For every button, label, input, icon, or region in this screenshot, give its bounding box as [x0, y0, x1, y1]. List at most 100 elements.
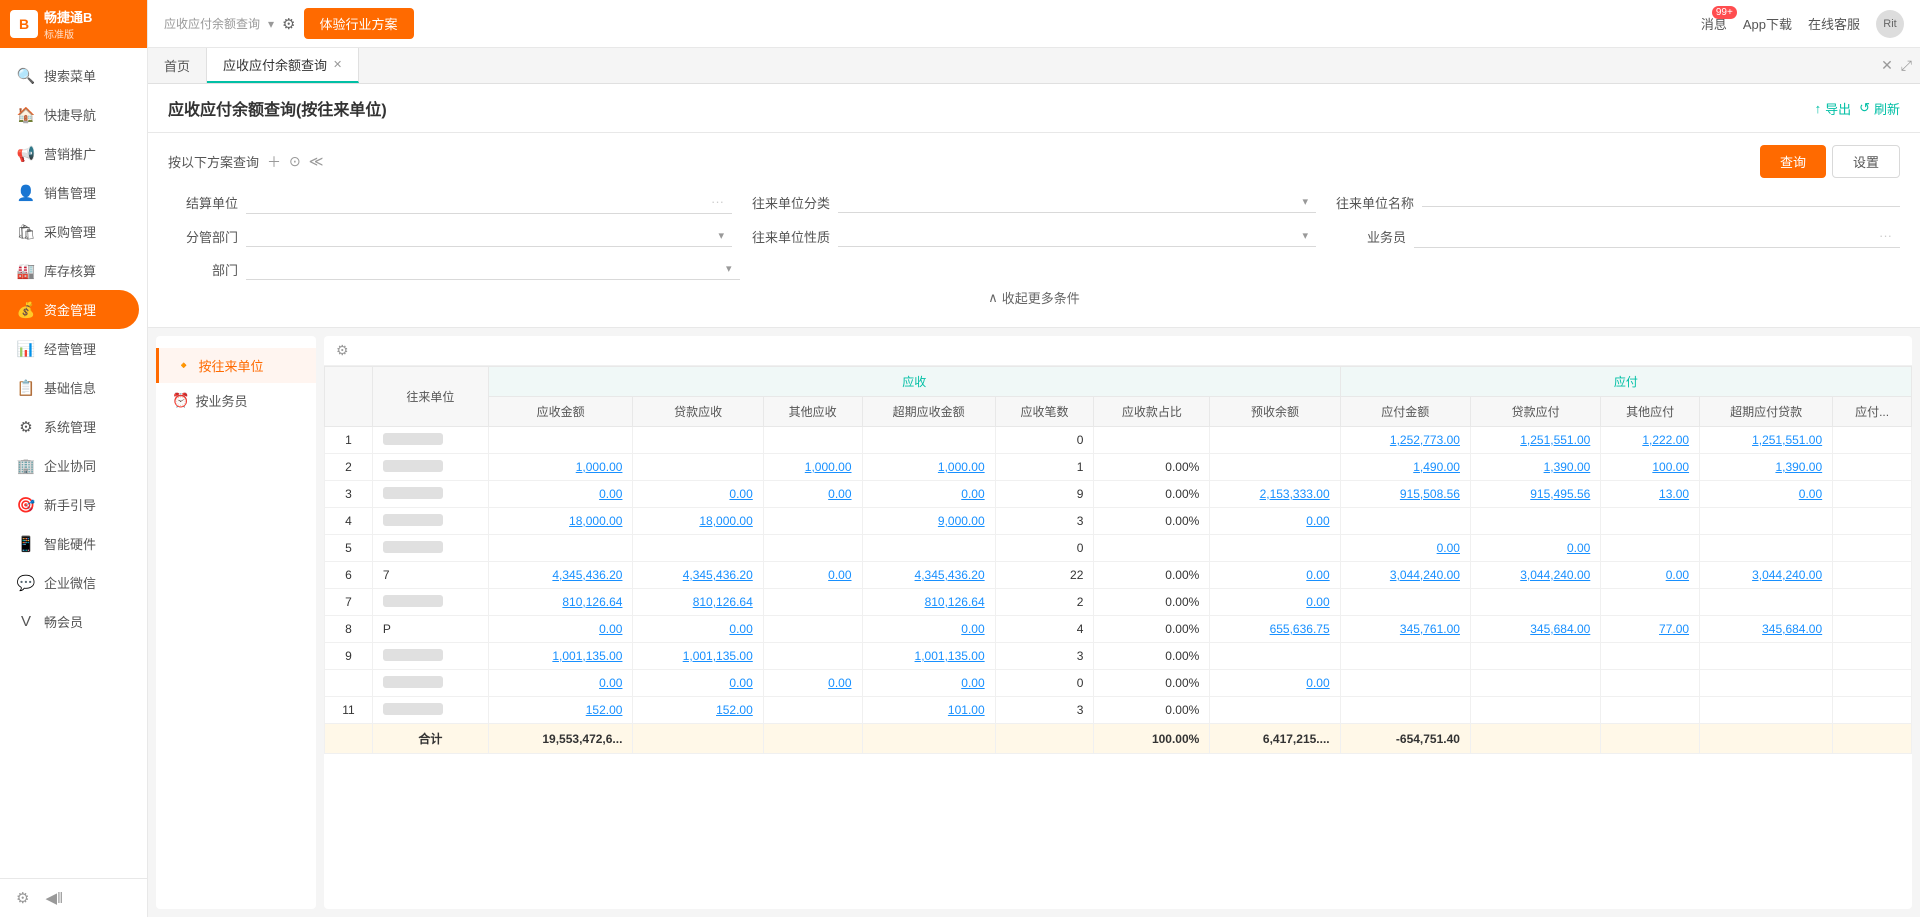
filter-settings-icon[interactable]: ⊙	[289, 153, 301, 170]
link-ap_other-7[interactable]: 77.00	[1659, 622, 1689, 636]
settings-button[interactable]: 设置	[1832, 145, 1900, 178]
sidebar-item-enterprise[interactable]: 🏢企业协同	[0, 446, 147, 485]
sidebar-item-quick-nav[interactable]: 🏠快捷导航	[0, 95, 147, 134]
link-ar_amount-1[interactable]: 1,000.00	[576, 460, 623, 474]
link-ap_other-1[interactable]: 100.00	[1652, 460, 1689, 474]
link-ar_other-2[interactable]: 0.00	[828, 487, 851, 501]
header-online-service[interactable]: 在线客服	[1808, 14, 1860, 33]
link-ar_amount-5[interactable]: 4,345,436.20	[552, 568, 622, 582]
table-scroll[interactable]: 往来单位 应收 应付 应收金额贷款应收其他应收超期应收金额应收笔数应收款占比预收…	[324, 366, 1912, 909]
sidebar-item-wechat[interactable]: 💬企业微信	[0, 563, 147, 602]
add-filter-icon[interactable]: ＋	[267, 152, 281, 172]
header-app-download[interactable]: App下载	[1743, 14, 1792, 33]
left-panel-item-by-salesman[interactable]: ⏰ 按业务员	[156, 383, 316, 418]
link-ap_overdue-5[interactable]: 3,044,240.00	[1752, 568, 1822, 582]
link-ar_amount-7[interactable]: 0.00	[599, 622, 622, 636]
header-gear-icon[interactable]: ⚙	[282, 15, 295, 33]
link-ar_advance-2[interactable]: 2,153,333.00	[1260, 487, 1330, 501]
link-ar_loan-5[interactable]: 4,345,436.20	[683, 568, 753, 582]
link-ar_overdue-6[interactable]: 810,126.64	[925, 595, 985, 609]
industry-solution-button[interactable]: 体验行业方案	[304, 8, 414, 39]
link-ap_overdue-1[interactable]: 1,390.00	[1775, 460, 1822, 474]
export-button[interactable]: ↑ 导出	[1815, 99, 1852, 118]
link-ap_loan-2[interactable]: 915,495.56	[1530, 487, 1590, 501]
link-ap_loan-1[interactable]: 1,390.00	[1544, 460, 1591, 474]
link-ap_overdue-2[interactable]: 0.00	[1799, 487, 1822, 501]
link-ap_overdue-7[interactable]: 345,684.00	[1762, 622, 1822, 636]
tab-close-all-icon[interactable]: ✕	[1881, 57, 1893, 74]
sidebar-item-inventory[interactable]: 🏭库存核算	[0, 251, 147, 290]
link-ap_other-2[interactable]: 13.00	[1659, 487, 1689, 501]
link-ar_overdue-2[interactable]: 0.00	[961, 487, 984, 501]
link-ap_overdue-0[interactable]: 1,251,551.00	[1752, 433, 1822, 447]
link-ar_overdue-1[interactable]: 1,000.00	[938, 460, 985, 474]
link-ap_amount-1[interactable]: 1,490.00	[1413, 460, 1460, 474]
tab-ar-ap-query[interactable]: 应收应付余额查询✕	[207, 48, 359, 83]
sidebar-item-sales[interactable]: 👤销售管理	[0, 173, 147, 212]
link-ar_loan-2[interactable]: 0.00	[729, 487, 752, 501]
link-ar_amount-2[interactable]: 0.00	[599, 487, 622, 501]
left-panel-item-by-customer[interactable]: 🔸 按往来单位	[156, 348, 316, 383]
filter-customer-category-select[interactable]: ▾	[838, 191, 1316, 213]
filter-department-select[interactable]: ▾	[246, 258, 740, 280]
link-ar_overdue-5[interactable]: 4,345,436.20	[915, 568, 985, 582]
link-ar_loan-8[interactable]: 1,001,135.00	[683, 649, 753, 663]
query-button[interactable]: 查询	[1760, 145, 1826, 178]
link-ap_amount-4[interactable]: 0.00	[1437, 541, 1460, 555]
link-ar_loan-6[interactable]: 810,126.64	[693, 595, 753, 609]
link-ar_advance-3[interactable]: 0.00	[1306, 514, 1329, 528]
link-ar_advance-7[interactable]: 655,636.75	[1270, 622, 1330, 636]
link-ar_overdue-3[interactable]: 9,000.00	[938, 514, 985, 528]
link-ar_other-5[interactable]: 0.00	[828, 568, 851, 582]
filter-customer-name-input[interactable]	[1422, 198, 1900, 207]
link-ap_amount-0[interactable]: 1,252,773.00	[1390, 433, 1460, 447]
sidebar-item-system[interactable]: ⚙系统管理	[0, 407, 147, 446]
link-ar_other-9[interactable]: 0.00	[828, 676, 851, 690]
link-ar_loan-7[interactable]: 0.00	[729, 622, 752, 636]
link-ap_loan-5[interactable]: 3,044,240.00	[1520, 568, 1590, 582]
link-ap_other-0[interactable]: 1,222.00	[1642, 433, 1689, 447]
link-ar_amount-9[interactable]: 0.00	[599, 676, 622, 690]
sidebar-item-search-menu[interactable]: 🔍搜索菜单	[0, 56, 147, 95]
link-ap_amount-5[interactable]: 3,044,240.00	[1390, 568, 1460, 582]
filter-customer-nature-select[interactable]: ▾	[838, 225, 1316, 247]
table-settings-icon[interactable]: ⚙	[336, 342, 349, 359]
header-user[interactable]: Rit	[1876, 10, 1904, 38]
sidebar-item-finance[interactable]: 💰资金管理	[0, 290, 139, 329]
link-ar_advance-9[interactable]: 0.00	[1306, 676, 1329, 690]
link-ap_amount-2[interactable]: 915,508.56	[1400, 487, 1460, 501]
link-ap_amount-7[interactable]: 345,761.00	[1400, 622, 1460, 636]
sidebar-item-basic-info[interactable]: 📋基础信息	[0, 368, 147, 407]
link-ar_other-1[interactable]: 1,000.00	[805, 460, 852, 474]
sidebar-collapse-icon[interactable]: ◀‖	[45, 889, 63, 907]
link-ar_advance-6[interactable]: 0.00	[1306, 595, 1329, 609]
sidebar-item-guide[interactable]: 🎯新手引导	[0, 485, 147, 524]
link-ap_other-5[interactable]: 0.00	[1666, 568, 1689, 582]
link-ap_loan-4[interactable]: 0.00	[1567, 541, 1590, 555]
link-ar_overdue-10[interactable]: 101.00	[948, 703, 985, 717]
link-ar_loan-9[interactable]: 0.00	[729, 676, 752, 690]
sidebar-item-member[interactable]: V畅会员	[0, 602, 147, 641]
link-ar_loan-3[interactable]: 18,000.00	[699, 514, 752, 528]
tab-maximize-icon[interactable]: ⤢	[1901, 57, 1912, 74]
filter-dept-select[interactable]: ▾	[246, 225, 732, 247]
link-ar_loan-10[interactable]: 152.00	[716, 703, 753, 717]
link-ar_amount-10[interactable]: 152.00	[586, 703, 623, 717]
link-ar_overdue-7[interactable]: 0.00	[961, 622, 984, 636]
link-ar_amount-3[interactable]: 18,000.00	[569, 514, 622, 528]
link-ap_loan-0[interactable]: 1,251,551.00	[1520, 433, 1590, 447]
filter-salesman-input[interactable]: ···	[1414, 224, 1900, 248]
link-ar_overdue-8[interactable]: 1,001,135.00	[915, 649, 985, 663]
header-chevron-icon[interactable]: ▾	[268, 17, 274, 31]
link-ar_amount-6[interactable]: 810,126.64	[562, 595, 622, 609]
link-ar_amount-8[interactable]: 1,001,135.00	[552, 649, 622, 663]
link-ar_overdue-9[interactable]: 0.00	[961, 676, 984, 690]
sidebar-item-hardware[interactable]: 📱智能硬件	[0, 524, 147, 563]
sidebar-item-marketing[interactable]: 📢营销推广	[0, 134, 147, 173]
tab-close-ar-ap-query[interactable]: ✕	[333, 58, 342, 71]
link-ap_loan-7[interactable]: 345,684.00	[1530, 622, 1590, 636]
sidebar-item-operation[interactable]: 📊经营管理	[0, 329, 147, 368]
refresh-button[interactable]: ↺ 刷新	[1859, 99, 1900, 118]
filter-settlement-input[interactable]: ···	[246, 190, 732, 214]
sidebar-settings-icon[interactable]: ⚙	[16, 889, 29, 907]
